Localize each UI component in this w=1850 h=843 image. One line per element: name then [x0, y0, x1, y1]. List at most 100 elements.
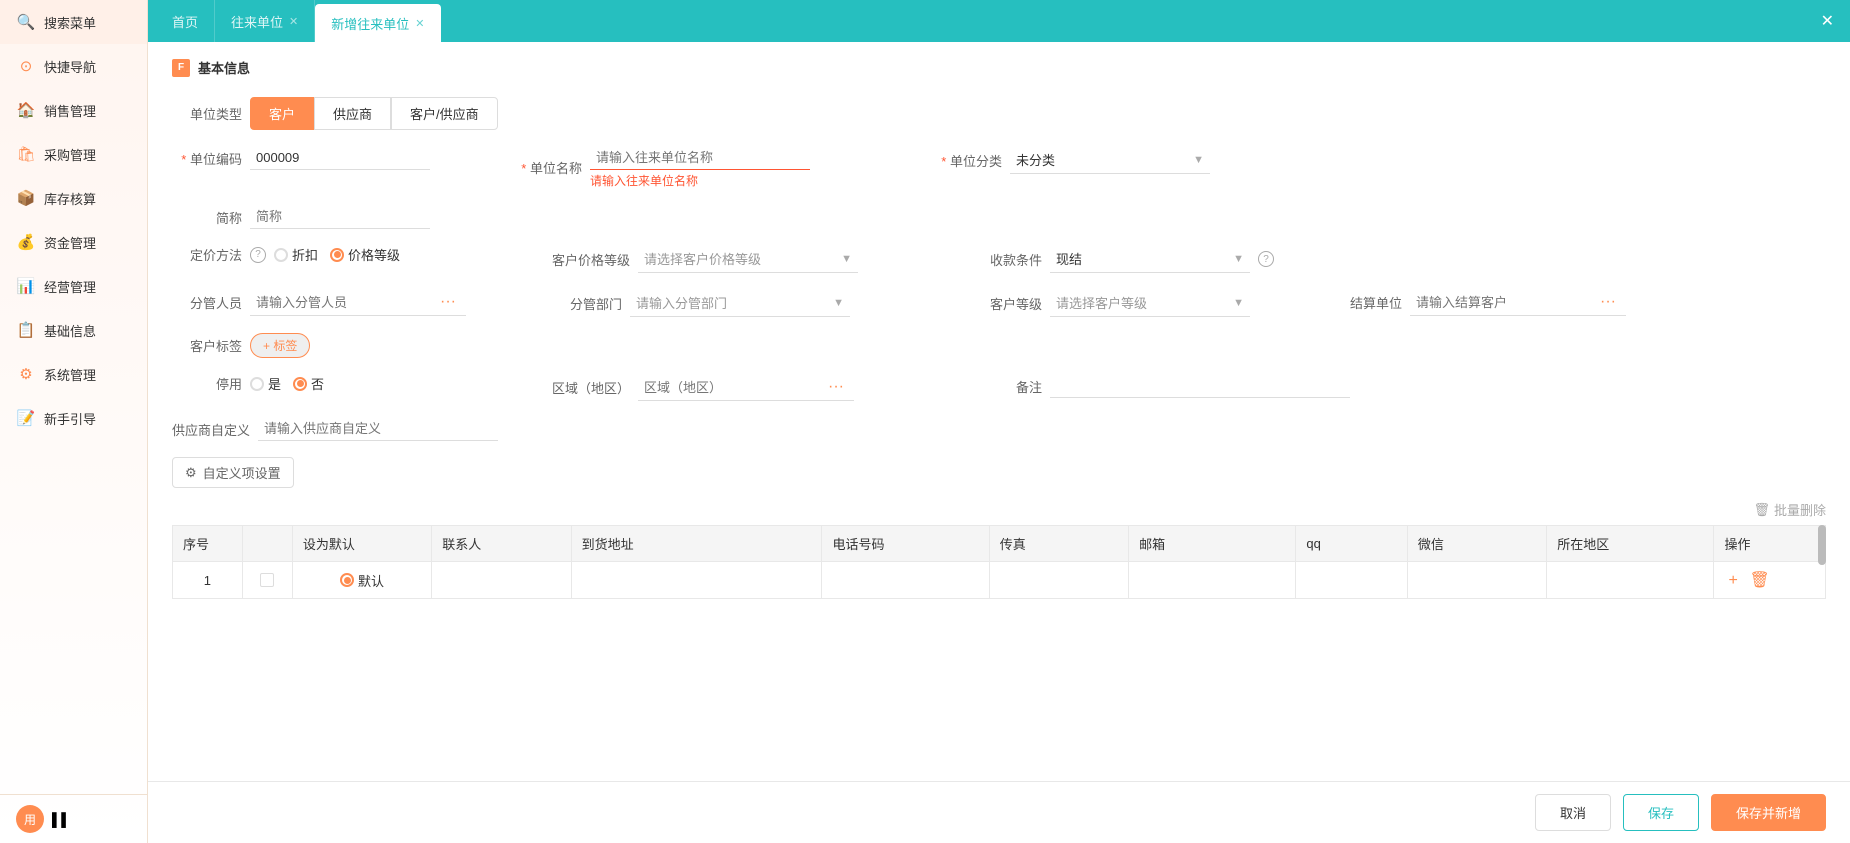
- remark-input[interactable]: [1050, 374, 1350, 398]
- default-radio-option[interactable]: 默认: [303, 571, 421, 590]
- unit-code-input[interactable]: [250, 146, 430, 170]
- sidebar-bottom-bar: ▌▌: [52, 812, 70, 827]
- delete-row-button[interactable]: 🗑: [1745, 570, 1773, 590]
- qq-input[interactable]: [1306, 573, 1397, 588]
- save-and-new-button[interactable]: 保存并新增: [1711, 794, 1826, 831]
- customer-tag-label: 客户标签: [172, 336, 242, 355]
- sidebar-item-label: 采购管理: [44, 145, 96, 164]
- main-close-button[interactable]: ✕: [1813, 11, 1842, 31]
- cell-address: [571, 562, 822, 599]
- custom-settings-button[interactable]: ⚙ 自定义项设置: [172, 457, 294, 488]
- unit-name-input[interactable]: [590, 146, 810, 170]
- unit-category-value: 未分类: [1016, 150, 1055, 169]
- unit-name-group: * 单位名称 请输入往来单位名称: [512, 146, 932, 189]
- save-button[interactable]: 保存: [1623, 794, 1699, 831]
- batch-delete-label[interactable]: 批量删除: [1774, 500, 1826, 519]
- email-input[interactable]: [1139, 573, 1285, 588]
- payment-info-icon[interactable]: ?: [1258, 251, 1274, 267]
- customer-level-label: 客户等级: [972, 294, 1042, 313]
- disabled-yes-option[interactable]: 是: [250, 374, 281, 393]
- region-table-input[interactable]: [1557, 573, 1703, 588]
- department-select[interactable]: 请输入分管部门 ▼: [630, 289, 850, 317]
- user-avatar[interactable]: 用: [16, 805, 44, 833]
- add-tag-button[interactable]: + 标签: [250, 333, 310, 358]
- price-level-radio-circle: [330, 248, 344, 262]
- unit-btn-supplier[interactable]: 供应商: [314, 97, 391, 130]
- sidebar-item-label: 销售管理: [44, 101, 96, 120]
- section-title-text: 基本信息: [198, 58, 250, 77]
- tab-partner-close[interactable]: ✕: [289, 15, 298, 28]
- supervisor-dots-btn[interactable]: ···: [436, 293, 460, 311]
- sidebar-item-inventory[interactable]: 📦 库存核算: [0, 176, 147, 220]
- main-content: F 基本信息 单位类型 客户 供应商 客户/供应商 * 单位编码: [148, 42, 1850, 781]
- pricing-row: 定价方法 ? 折扣 价格等级 客户价格等级 请选择客户价格等: [172, 245, 1826, 273]
- sidebar-item-system[interactable]: ⚙ 系统管理: [0, 352, 147, 396]
- customer-level-select[interactable]: 请选择客户等级 ▼: [1050, 289, 1250, 317]
- cell-qq: [1296, 562, 1408, 599]
- system-icon: ⚙: [16, 364, 36, 384]
- phone-input[interactable]: [832, 573, 978, 588]
- supervisor-label: 分管人员: [172, 293, 242, 312]
- wechat-input[interactable]: [1418, 573, 1536, 588]
- cell-seq: 1: [173, 562, 243, 599]
- chevron-down-icon: ▼: [1193, 154, 1204, 166]
- settlement-unit-input[interactable]: [1416, 295, 1592, 310]
- unit-name-error-msg: 请输入往来单位名称: [590, 172, 810, 189]
- chevron-down-icon-4: ▼: [833, 297, 844, 309]
- sidebar-item-label: 搜索菜单: [44, 13, 96, 32]
- pricing-info-icon[interactable]: ?: [250, 247, 266, 263]
- remark-label: 备注: [972, 377, 1042, 396]
- address-input[interactable]: [582, 573, 812, 588]
- cell-default: 默认: [292, 562, 431, 599]
- pricing-price-level-option[interactable]: 价格等级: [330, 245, 400, 264]
- sidebar-item-basic-info[interactable]: 📋 基础信息: [0, 308, 147, 352]
- unit-code-name-row: * 单位编码 * 单位名称 请输入往来单位名称 * 单位分类: [172, 146, 1826, 189]
- table-scrollbar[interactable]: [1816, 525, 1826, 599]
- customer-price-placeholder: 请选择客户价格等级: [644, 249, 761, 268]
- default-radio-circle: [340, 573, 354, 587]
- customer-price-select[interactable]: 请选择客户价格等级 ▼: [638, 245, 858, 273]
- disabled-no-option[interactable]: 否: [293, 374, 324, 393]
- unit-code-label: * 单位编码: [172, 149, 242, 168]
- tab-partner[interactable]: 往来单位 ✕: [215, 0, 315, 42]
- cancel-button[interactable]: 取消: [1535, 794, 1611, 831]
- settlement-dots-btn[interactable]: ···: [1596, 293, 1620, 311]
- supervisor-input[interactable]: [256, 295, 432, 310]
- unit-btn-both[interactable]: 客户/供应商: [391, 97, 498, 130]
- tab-new-partner[interactable]: 新增往来单位 ✕: [315, 4, 441, 42]
- disabled-label: 停用: [172, 374, 242, 393]
- sidebar-item-quick-nav[interactable]: ⊙ 快捷导航: [0, 44, 147, 88]
- region-dots-btn[interactable]: ···: [824, 378, 848, 396]
- tab-home[interactable]: 首页: [156, 0, 215, 42]
- add-row-button[interactable]: +: [1724, 572, 1741, 590]
- pricing-discount-option[interactable]: 折扣: [274, 245, 318, 264]
- region-input[interactable]: [644, 380, 820, 395]
- unit-category-select[interactable]: 未分类 ▼: [1010, 146, 1210, 174]
- col-region: 所在地区: [1547, 526, 1714, 562]
- payment-terms-label: 收款条件: [972, 250, 1042, 269]
- sidebar-item-sales[interactable]: 🏠 销售管理: [0, 88, 147, 132]
- supplier-custom-input[interactable]: [258, 417, 498, 441]
- col-contact: 联系人: [432, 526, 571, 562]
- sidebar-bottom: 用 ▌▌: [0, 794, 147, 843]
- contact-input[interactable]: [442, 573, 560, 588]
- unit-btn-customer[interactable]: 客户: [250, 97, 314, 130]
- region-group: 区域（地区） ···: [552, 374, 972, 401]
- row-checkbox[interactable]: [260, 573, 274, 587]
- batch-delete-section: 🗑 批量删除: [172, 500, 1826, 519]
- required-star-cat: *: [941, 154, 946, 169]
- sidebar-item-guide[interactable]: 📝 新手引导: [0, 396, 147, 440]
- sidebar-item-purchase[interactable]: 🛍 采购管理: [0, 132, 147, 176]
- sidebar-item-operations[interactable]: 📊 经营管理: [0, 264, 147, 308]
- fax-input[interactable]: [1000, 573, 1118, 588]
- settlement-input-wrapper: ···: [1410, 289, 1626, 316]
- sidebar-item-label: 快捷导航: [44, 57, 96, 76]
- cell-email: [1129, 562, 1296, 599]
- alias-input[interactable]: [250, 205, 430, 229]
- payment-terms-select[interactable]: 现结 ▼: [1050, 245, 1250, 273]
- sidebar-item-finance[interactable]: 💰 资金管理: [0, 220, 147, 264]
- tab-new-partner-close[interactable]: ✕: [415, 17, 424, 30]
- col-phone: 电话号码: [822, 526, 989, 562]
- sidebar-item-search[interactable]: 🔍 搜索菜单: [0, 0, 147, 44]
- col-checkbox: [242, 526, 292, 562]
